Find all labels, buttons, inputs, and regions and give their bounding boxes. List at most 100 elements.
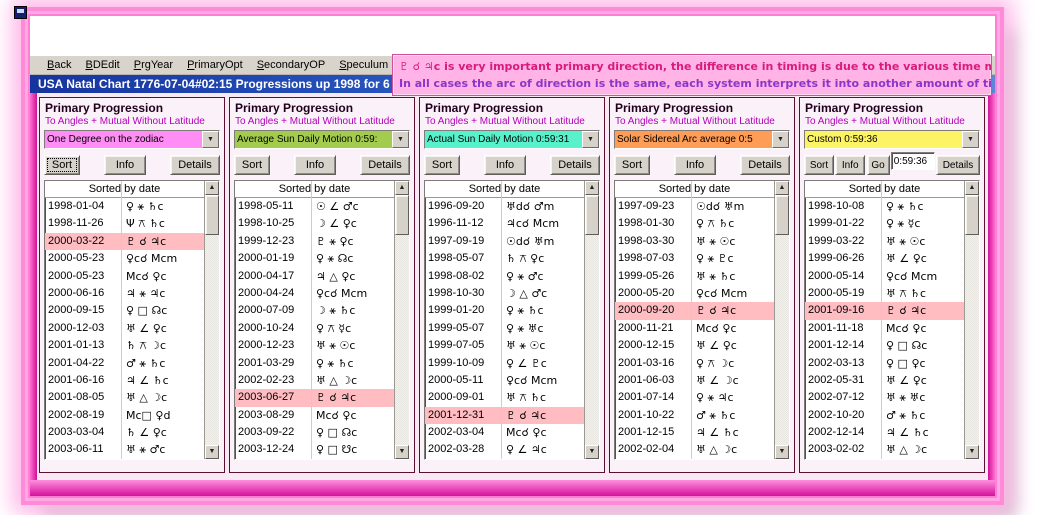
details-button[interactable]: Details — [740, 155, 790, 175]
list-item[interactable]: 1999-05-26 ♅ ⚹ ♄c — [615, 268, 774, 285]
list-item[interactable]: 2001-06-03 ♅ ∠ ☽c — [615, 372, 774, 389]
list-item[interactable]: 2001-06-16 ♃ ∠ ♄c — [45, 372, 204, 389]
details-button[interactable]: Details — [170, 155, 220, 175]
scrollbar[interactable]: ▲ ▼ — [964, 181, 979, 459]
list-item[interactable]: 2002-02-04 ♅ △ ☽c — [615, 441, 774, 458]
info-button[interactable]: Info — [835, 155, 866, 175]
list-item[interactable]: 1998-08-02 ♀ ⚹ ♂c — [425, 268, 584, 285]
scroll-down-icon[interactable]: ▼ — [585, 445, 599, 459]
list-item[interactable]: 2001-04-22 ♂ ⚹ ♄c — [45, 355, 204, 372]
scroll-up-icon[interactable]: ▲ — [585, 181, 599, 195]
list-item[interactable]: 1999-12-23 ♇ ⚹ ♀c — [235, 233, 394, 250]
list-item[interactable]: 1997-09-19 ☉d☌ ♅m — [425, 233, 584, 250]
list-item[interactable]: 1999-06-26 ♅ ∠ ♀c — [805, 250, 964, 267]
list-item[interactable]: 2000-09-01 ♅ ⚻ ♄c — [425, 389, 584, 406]
list-item[interactable]: 2003-03-04 ♄ ∠ ♀c — [45, 424, 204, 441]
list-item[interactable]: 2000-05-19 ♅ ⚻ ♄c — [805, 285, 964, 302]
go-button[interactable]: Go — [866, 155, 890, 175]
list-item[interactable]: 1999-07-05 ♅ ⚹ ☉c — [425, 337, 584, 354]
list-item[interactable]: 1999-01-20 ♀ ⚹ ♄c — [425, 302, 584, 319]
list-item[interactable]: 2003-02-02 ♅ △ ☽c — [805, 441, 964, 458]
sort-button[interactable]: Sort — [44, 155, 80, 175]
scrollbar-thumb[interactable] — [965, 195, 979, 235]
list-item[interactable]: 2001-03-16 ♀ ⚻ ☽c — [615, 355, 774, 372]
app-icon[interactable] — [14, 6, 27, 19]
list-item[interactable]: 2000-06-16 ♃ ⚹ ♃c — [45, 285, 204, 302]
list-item[interactable]: 1998-07-03 ♀ ⚹ ♇c — [615, 250, 774, 267]
list-item[interactable]: 2000-12-15 ♅ ∠ ♀c — [615, 337, 774, 354]
list-item[interactable]: 2001-10-22 ♂ ⚹ ♄c — [615, 407, 774, 424]
list-item[interactable]: 1999-05-07 ♀ ⚹ ♅c — [425, 320, 584, 337]
list-item[interactable]: 2001-11-18 Mc☌ ♀c — [805, 320, 964, 337]
scroll-up-icon[interactable]: ▲ — [965, 181, 979, 195]
list-item[interactable]: 2001-08-05 ♅ △ ☽c — [45, 389, 204, 406]
list-item[interactable]: 2000-03-22 ♇ ☌ ♃c — [45, 232, 204, 251]
list-item[interactable]: 2003-06-27 ♇ ☌ ♃c — [235, 389, 394, 407]
chevron-down-icon[interactable]: ▼ — [392, 131, 409, 148]
chevron-down-icon[interactable]: ▼ — [202, 131, 219, 148]
list-item[interactable]: 2000-04-24 ♀c☌ Mcm — [235, 285, 394, 302]
scrollbar-thumb[interactable] — [205, 195, 219, 235]
info-button[interactable]: Info — [104, 155, 146, 175]
list-item[interactable]: 2000-07-09 ☽ ⚹ ♄c — [235, 302, 394, 319]
list-item[interactable]: 1998-05-11 ☉ ∠ ♂c — [235, 198, 394, 215]
chevron-down-icon[interactable]: ▼ — [582, 131, 599, 148]
list-item[interactable]: 1999-10-09 ♀ ∠ ♇c — [425, 355, 584, 372]
list-header[interactable]: Sorted by date — [45, 181, 204, 198]
list-item[interactable]: 2002-08-19 Mc□ ♀d — [45, 407, 204, 424]
list-item[interactable]: 2001-01-13 ♄ ⚻ ☽c — [45, 337, 204, 354]
list-item[interactable]: 1996-11-12 ♃c☌ Mcm — [425, 215, 584, 232]
list-item[interactable]: 2003-12-24 ♀ □ ☋c — [235, 441, 394, 458]
list-item[interactable]: 2000-05-11 ♀c☌ Mcm — [425, 372, 584, 389]
list-item[interactable]: 2003-08-29 Mc☌ ♀c — [235, 407, 394, 424]
list-item[interactable]: 2003-09-22 ♀ □ ☊c — [235, 424, 394, 441]
list-item[interactable]: 2002-03-04 Mc☌ ♀c — [425, 424, 584, 441]
list-item[interactable]: 1996-09-20 ♅d☌ ♂m — [425, 198, 584, 215]
list-item[interactable]: 2001-12-31 ♇ ☌ ♃c — [425, 406, 584, 425]
list-header[interactable]: Sorted by date — [235, 181, 394, 198]
info-button[interactable]: Info — [484, 155, 526, 175]
details-button[interactable]: Details — [550, 155, 600, 175]
sort-button[interactable]: Sort — [614, 155, 650, 175]
list-item[interactable]: 2002-03-28 ♀ ∠ ♃c — [425, 441, 584, 458]
list-item[interactable]: 1998-10-25 ☽ ∠ ♀c — [235, 215, 394, 232]
list-item[interactable]: 2000-09-20 ♇ ☌ ♃c — [615, 302, 774, 320]
list-item[interactable]: 2002-05-31 ♅ ∠ ♀c — [805, 372, 964, 389]
list-item[interactable]: 1998-11-26 Ψ ⚻ ♄c — [45, 215, 204, 232]
list-item[interactable]: 1998-05-07 ♄ ⚻ ♀c — [425, 250, 584, 267]
list-item[interactable]: 2001-12-15 ♃ ∠ ♄c — [615, 424, 774, 441]
menu-item-bdedit[interactable]: BDEdit — [78, 57, 126, 73]
list-item[interactable]: 1998-10-08 ♀ ⚹ ♄c — [805, 198, 964, 215]
list-item[interactable]: 2000-12-03 ♅ ∠ ♀c — [45, 320, 204, 337]
sort-button[interactable]: Sort — [804, 155, 834, 175]
list-item[interactable]: 2000-12-23 ♅ ⚹ ☉c — [235, 337, 394, 354]
list-item[interactable]: 2002-03-13 ♀ □ ♀c — [805, 355, 964, 372]
list-item[interactable]: 1999-01-22 ♀ ⚹ ☿c — [805, 215, 964, 232]
list-item[interactable]: 2001-07-14 ♀ ⚹ ♃c — [615, 389, 774, 406]
list-item[interactable]: 2002-02-23 ♅ △ ☽c — [235, 372, 394, 389]
scrollbar-thumb[interactable] — [585, 195, 599, 235]
list-item[interactable]: 2002-07-12 ♅ ⚹ ♅c — [805, 389, 964, 406]
scrollbar[interactable]: ▲ ▼ — [204, 181, 219, 459]
list-item[interactable]: 1998-01-30 ♀ ⚻ ♄c — [615, 215, 774, 232]
list-item[interactable]: 2000-05-23 Mc☌ ♀c — [45, 268, 204, 285]
scroll-down-icon[interactable]: ▼ — [205, 445, 219, 459]
list-item[interactable]: 1998-03-30 ♅ ⚹ ☉c — [615, 233, 774, 250]
sort-button[interactable]: Sort — [234, 155, 270, 175]
info-button[interactable]: Info — [294, 155, 336, 175]
menu-item-prgyear[interactable]: PrgYear — [127, 57, 180, 73]
list-item[interactable]: 2000-01-19 ♀ ⚹ ☊c — [235, 250, 394, 267]
list-header[interactable]: Sorted by date — [615, 181, 774, 198]
details-button[interactable]: Details — [936, 155, 980, 175]
rate-combobox[interactable]: Custom 0:59:36 ▼ — [804, 130, 980, 149]
scroll-up-icon[interactable]: ▲ — [775, 181, 789, 195]
list-header[interactable]: Sorted by date — [425, 181, 584, 198]
menu-item-primaryopt[interactable]: PrimaryOpt — [180, 57, 250, 73]
list-item[interactable]: 2002-12-14 ♃ ∠ ♄c — [805, 424, 964, 441]
list-item[interactable]: 2000-10-24 ♀ ⚻ ☿c — [235, 320, 394, 337]
scrollbar-thumb[interactable] — [395, 195, 409, 235]
scrollbar[interactable]: ▲ ▼ — [394, 181, 409, 459]
list-item[interactable]: 2000-04-17 ♃ △ ♀c — [235, 268, 394, 285]
menu-item-secondaryop[interactable]: SecondaryOP — [250, 57, 333, 73]
chevron-down-icon[interactable]: ▼ — [772, 131, 789, 148]
